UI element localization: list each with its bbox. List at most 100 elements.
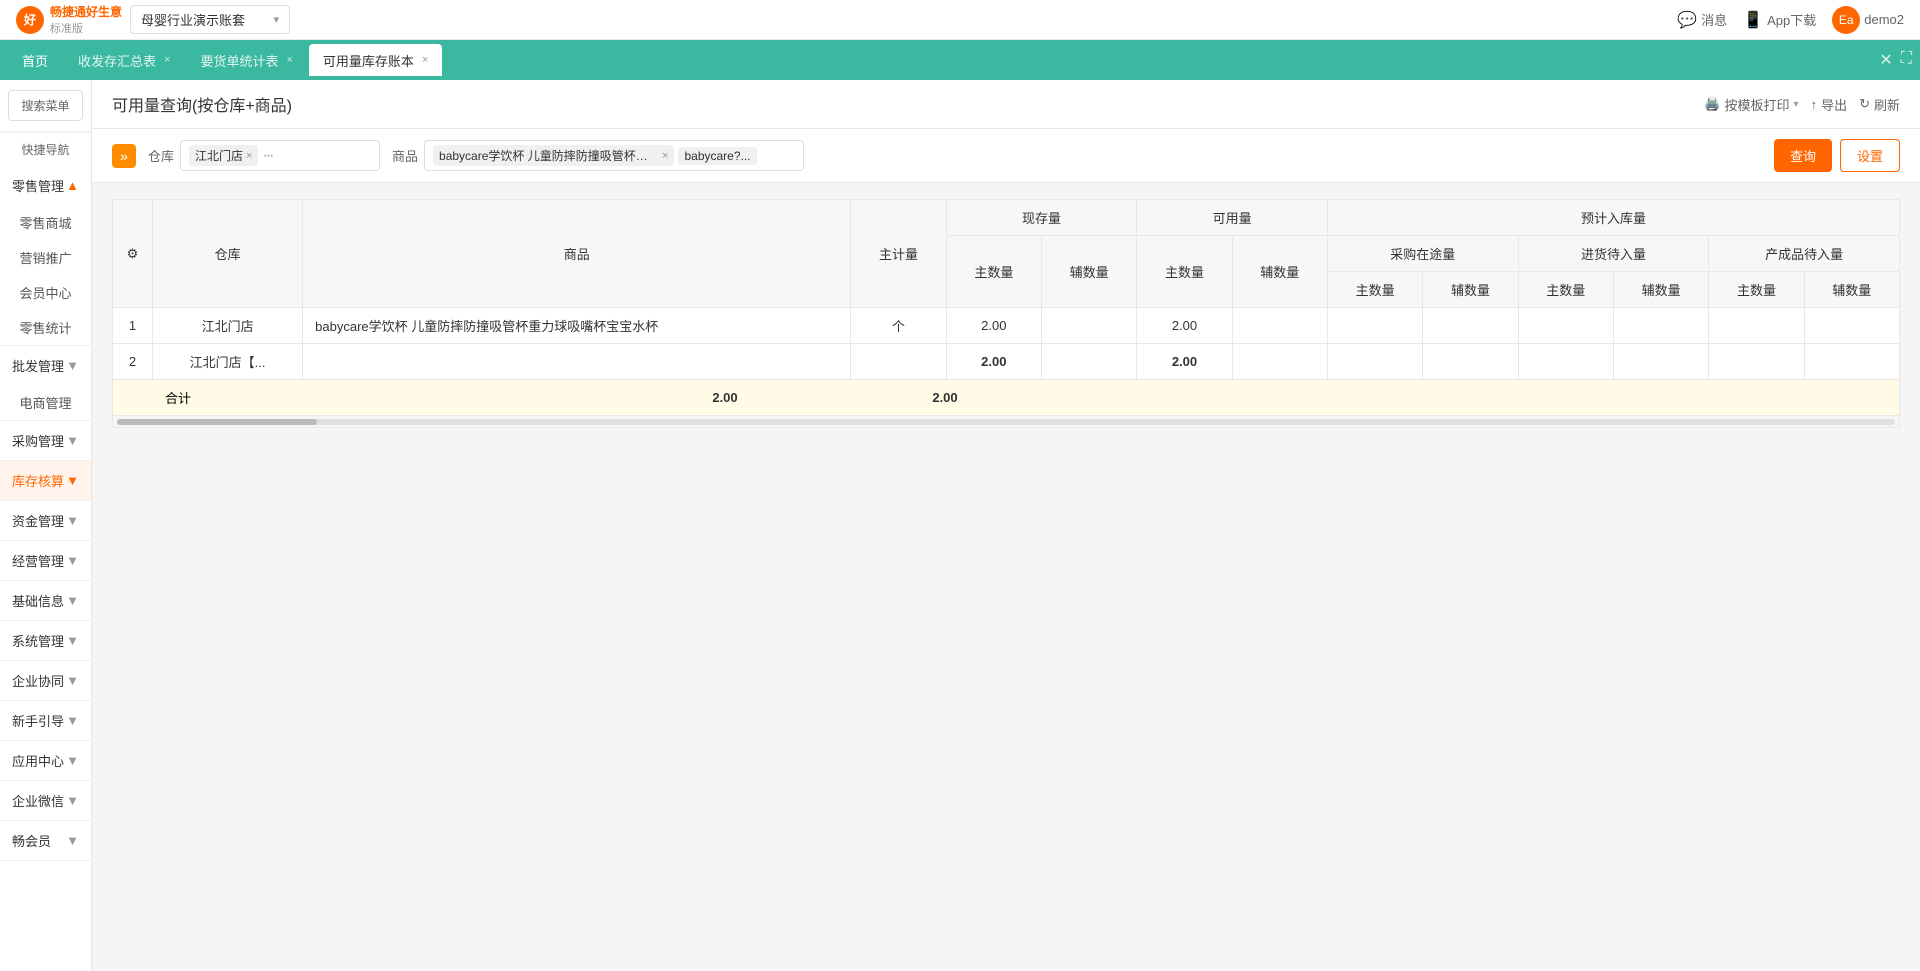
sidebar-group-wholesale-title[interactable]: 批发管理 ▼ [0, 346, 91, 385]
sidebar-group-purchase-title[interactable]: 采购管理 ▼ [0, 421, 91, 460]
scroll-thumb[interactable] [117, 419, 317, 425]
quick-nav-button[interactable]: 快捷导航 [0, 132, 91, 166]
sidebar-group-operations-title[interactable]: 经营管理 ▼ [0, 541, 91, 580]
sidebar-group-retail: 零售管理 ▲ 零售商城 营销推广 会员中心 零售统计 [0, 166, 91, 346]
product-input[interactable]: babycare学饮杯 儿童防摔防撞吸管杯重力球吸嘴杯宝宝水杯 × babyca… [424, 140, 804, 171]
scroll-bar[interactable] [112, 416, 1900, 428]
cell-unit-2 [851, 344, 946, 380]
warehouse-tag-close[interactable]: × [246, 150, 252, 162]
cell-cm-1: 2.00 [946, 308, 1041, 344]
cell-warehouse-2: 江北门店【... [153, 344, 303, 380]
sidebar-group-member-title[interactable]: 畅会员 ▼ [0, 821, 91, 860]
sidebar-group-wechat: 企业微信 ▼ [0, 781, 91, 821]
sidebar-group-appcenter-title[interactable]: 应用中心 ▼ [0, 741, 91, 780]
sidebar-group-basic: 基础信息 ▼ [0, 581, 91, 621]
sidebar-group-newbie-title[interactable]: 新手引导 ▼ [0, 701, 91, 740]
cell-product-1: babycare学饮杯 儿童防摔防撞吸管杯重力球吸嘴杯宝宝水杯 [303, 308, 851, 344]
th-prod-main: 主数量 [1709, 272, 1804, 308]
th-purchase-transit: 采购在途量 [1327, 236, 1518, 272]
cell-pta-2 [1423, 344, 1518, 380]
sidebar-group-inventory-title[interactable]: 库存核算 ▼ [0, 461, 91, 500]
tab-receive[interactable]: 收发存汇总表 × [64, 44, 184, 76]
sidebar-group-appcenter: 应用中心 ▼ [0, 741, 91, 781]
top-bar: 好 畅捷通好生意 标准版 母婴行业演示账套 💬 消息 📱 App下载 Ea de… [0, 0, 1920, 40]
settings-button[interactable]: 设置 [1840, 139, 1900, 172]
scroll-track [117, 419, 1895, 425]
top-bar-right: 💬 消息 📱 App下载 Ea demo2 [1677, 6, 1904, 34]
cell-warehouse-1: 江北门店 [153, 308, 303, 344]
th-unit: 主计量 [851, 200, 946, 308]
store-selector[interactable]: 母婴行业演示账套 [130, 5, 290, 34]
app-download-button[interactable]: 📱 App下载 [1743, 10, 1816, 30]
cell-inca-1 [1613, 308, 1708, 344]
sidebar-group-system-title[interactable]: 系统管理 ▼ [0, 621, 91, 660]
tab-home[interactable]: 首页 [8, 44, 62, 76]
cell-ca-1 [1041, 308, 1136, 344]
message-icon: 💬 [1677, 10, 1697, 30]
warehouse-more[interactable]: ··· [262, 147, 272, 165]
th-pt-aux: 辅数量 [1423, 272, 1518, 308]
tab-receive-close[interactable]: × [164, 54, 170, 66]
filter-expand-icon: » [120, 148, 128, 164]
user-area[interactable]: Ea demo2 [1832, 6, 1904, 34]
sidebar-group-retail-title[interactable]: 零售管理 ▲ [0, 166, 91, 205]
product-filter: 商品 babycare学饮杯 儿童防摔防撞吸管杯重力球吸嘴杯宝宝水杯 × bab… [392, 140, 804, 171]
sidebar-group-wholesale: 批发管理 ▼ 电商管理 [0, 346, 91, 421]
search-menu-button[interactable]: 搜索菜单 [8, 90, 83, 121]
table-area: ⚙ 仓库 商品 主计量 现存量 可用量 预计入库量 主数量 辅数量 主数量 辅数… [92, 183, 1920, 971]
th-settings: ⚙ [113, 200, 153, 308]
warehouse-filter: 仓库 江北门店 × ··· [148, 140, 380, 171]
summary-bar: 合计 2.00 2.00 [112, 380, 1900, 416]
th-incoming: 进货待入量 [1518, 236, 1709, 272]
top-bar-left: 好 畅捷通好生意 标准版 母婴行业演示账套 [16, 3, 290, 36]
product-tag-1: babycare学饮杯 儿童防摔防撞吸管杯重力球吸嘴杯宝宝水杯 × [433, 145, 674, 166]
sidebar-group-collab-title[interactable]: 企业协同 ▼ [0, 661, 91, 700]
cell-product-2 [303, 344, 851, 380]
appcenter-expand-icon: ▼ [66, 753, 79, 768]
product-tag-2: babycare?... [678, 147, 756, 165]
warehouse-input[interactable]: 江北门店 × ··· [180, 140, 380, 171]
print-button[interactable]: 🖨️ 按模板打印 [1704, 95, 1798, 114]
sidebar-item-retail-stats[interactable]: 零售统计 [0, 310, 91, 345]
th-current-stock: 现存量 [946, 200, 1137, 236]
th-product: 商品 [303, 200, 851, 308]
sidebar-group-newbie: 新手引导 ▼ [0, 701, 91, 741]
filter-actions: 查询 设置 [1774, 139, 1900, 172]
inventory-expand-icon: ▼ [66, 473, 79, 488]
tab-available[interactable]: 可用量库存账本 × [309, 44, 442, 76]
main-layout: 搜索菜单 快捷导航 零售管理 ▲ 零售商城 营销推广 会员中心 零售统计 批发管… [0, 80, 1920, 971]
export-button[interactable]: ↑ 导出 [1811, 95, 1848, 114]
member-expand-icon: ▼ [66, 833, 79, 848]
cell-unit-1: 个 [851, 308, 946, 344]
sidebar-item-marketing[interactable]: 营销推广 [0, 240, 91, 275]
tab-available-close[interactable]: × [422, 54, 428, 66]
refresh-button[interactable]: ↻ 刷新 [1859, 95, 1900, 114]
tab-order-stats[interactable]: 要货单统计表 × [186, 44, 306, 76]
tab-close-all[interactable]: ✕ [1879, 50, 1892, 70]
sidebar-item-ecommerce[interactable]: 电商管理 [0, 385, 91, 420]
cell-am-1: 2.00 [1137, 308, 1232, 344]
summary-label: 合计 [165, 388, 285, 407]
column-settings-icon[interactable]: ⚙ [127, 246, 139, 261]
logo-icon: 好 [16, 6, 44, 34]
product-tag-1-close[interactable]: × [662, 150, 668, 162]
query-button[interactable]: 查询 [1774, 139, 1832, 172]
sidebar-item-retail-mall[interactable]: 零售商城 [0, 205, 91, 240]
tab-expand[interactable]: ⛶ [1901, 50, 1912, 70]
refresh-icon: ↻ [1859, 96, 1870, 112]
warehouse-tag-1: 江北门店 × [189, 145, 258, 166]
cell-proda-1 [1804, 308, 1899, 344]
summary-current-main: 2.00 [665, 390, 785, 405]
sidebar-group-wechat-title[interactable]: 企业微信 ▼ [0, 781, 91, 820]
message-button[interactable]: 💬 消息 [1677, 10, 1727, 30]
cell-inca-2 [1613, 344, 1708, 380]
sidebar-group-basic-title[interactable]: 基础信息 ▼ [0, 581, 91, 620]
logo-area: 好 畅捷通好生意 标准版 [16, 3, 122, 36]
th-avail-main: 主数量 [1137, 236, 1232, 308]
summary-available-main: 2.00 [885, 390, 1005, 405]
sidebar-item-members[interactable]: 会员中心 [0, 275, 91, 310]
filter-expand-button[interactable]: » [112, 144, 136, 168]
sidebar-group-finance-title[interactable]: 资金管理 ▼ [0, 501, 91, 540]
tab-order-stats-close[interactable]: × [286, 54, 292, 66]
th-warehouse: 仓库 [153, 200, 303, 308]
